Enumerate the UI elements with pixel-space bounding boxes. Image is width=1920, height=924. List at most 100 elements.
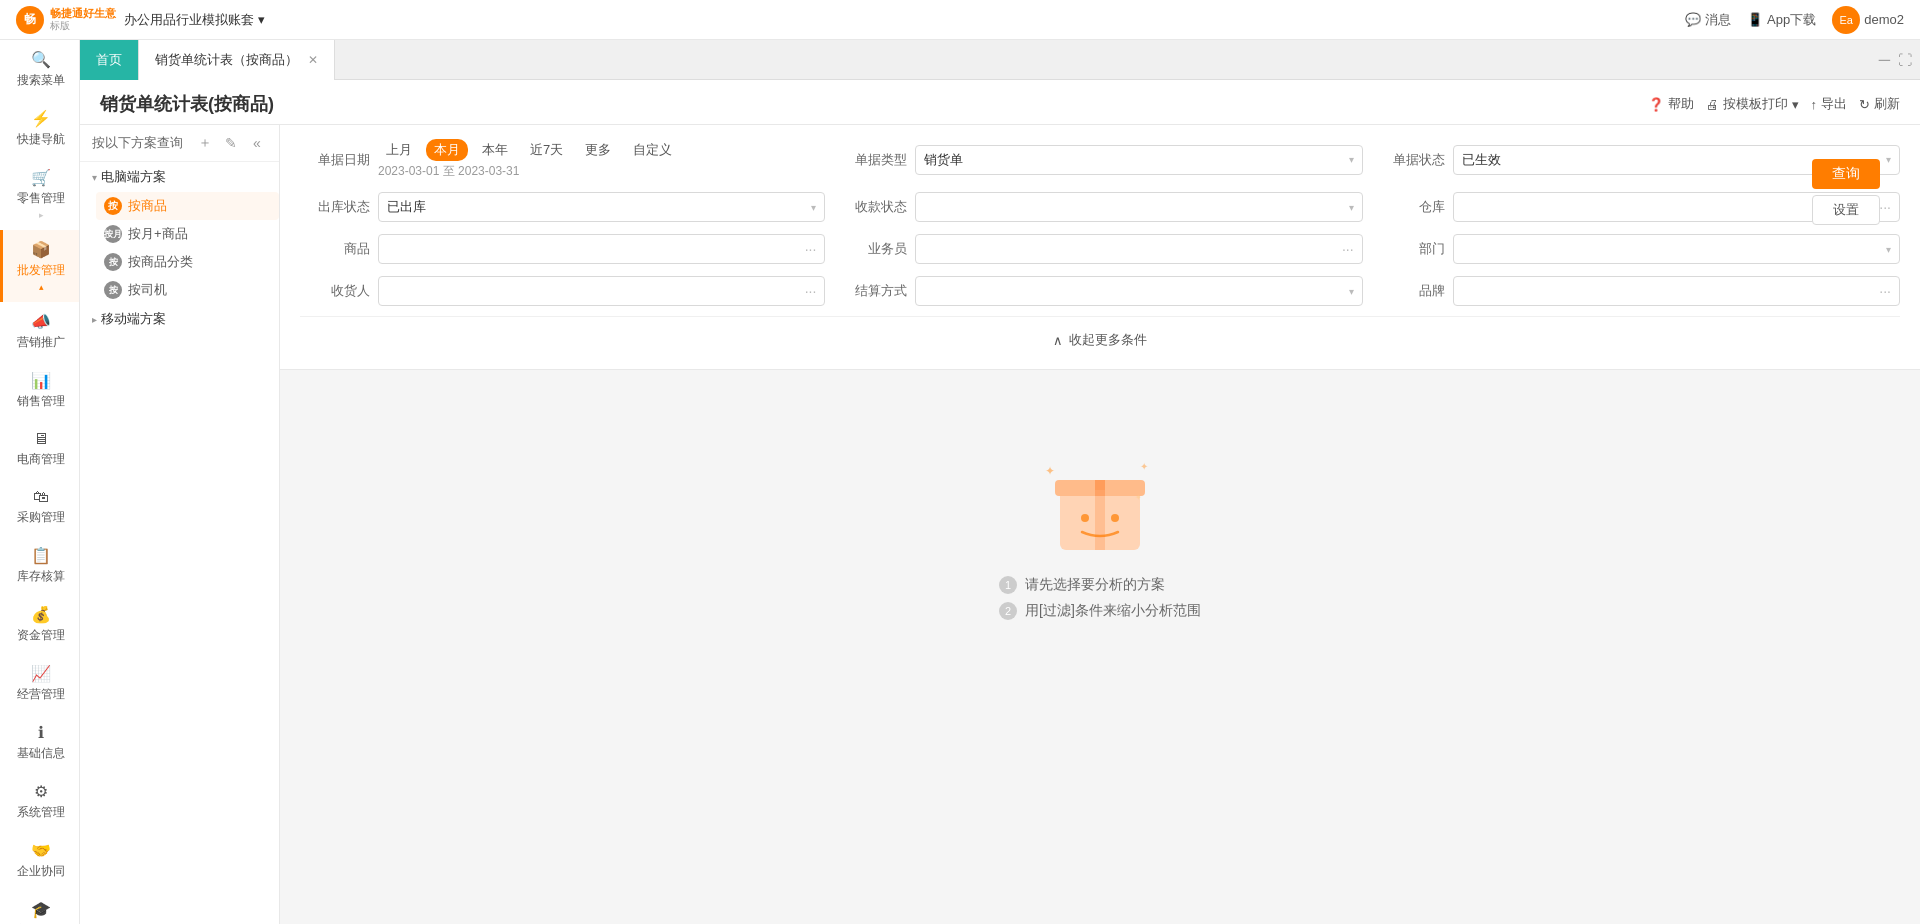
print-icon: 🖨 [1706, 97, 1719, 112]
add-scheme-btn[interactable]: ＋ [195, 133, 215, 153]
filter-row-2: 出库状态 已出库 ▾ 收款状态 ▾ [300, 192, 1900, 222]
tree-node-pc: ▾ 电脑端方案 按 按商品 按月 按月+商品 按 [80, 162, 279, 304]
sidebar-item-finance[interactable]: 💰 资金管理 [0, 595, 79, 654]
leaf-icon-by-cashier: 按 [104, 281, 122, 299]
warehouse-dots-icon: ··· [1879, 199, 1891, 215]
out-control[interactable]: 已出库 ▾ [378, 192, 825, 222]
query-button[interactable]: 查询 [1812, 159, 1880, 189]
empty-illustration: ✦ ✦ ✦ [1040, 450, 1160, 560]
refresh-btn[interactable]: ↻ 刷新 [1859, 95, 1900, 113]
sidebar-item-quick-nav[interactable]: ⚡ 快捷导航 [0, 99, 79, 158]
date-btn-more[interactable]: 更多 [577, 139, 619, 161]
left-panel-container: 按以下方案查询 ＋ ✎ « ▾ 电脑端方案 按 [80, 125, 1920, 924]
sidebar-item-basic[interactable]: ℹ 基础信息 [0, 713, 79, 772]
tab-maximize-icon[interactable]: ⛶ [1898, 52, 1912, 68]
filter-row-4: 收货人 ··· 结算方式 ▾ [300, 276, 1900, 306]
filter-date-item: 单据日期 上月 本月 本年 近7天 更多 自定义 [300, 139, 825, 180]
message-btn[interactable]: 💬 消息 [1685, 11, 1731, 29]
filter-rows: 单据日期 上月 本月 本年 近7天 更多 自定义 [300, 139, 1900, 306]
tree-parent-label-mobile: 移动端方案 [101, 310, 166, 328]
tree-leaf-by-category[interactable]: 按 按商品分类 [96, 248, 279, 276]
edit-scheme-btn[interactable]: ✎ [221, 133, 241, 153]
date-btn-last-month[interactable]: 上月 [378, 139, 420, 161]
sidebar-item-search[interactable]: 🔍 搜索菜单 [0, 40, 79, 99]
sidebar-item-enterprise[interactable]: 🤝 企业协同 [0, 831, 79, 890]
tree-parent-mobile[interactable]: ▸ 移动端方案 [80, 304, 279, 334]
retail-icon: 🛒 [31, 168, 51, 187]
tab-sales-stat[interactable]: 销货单统计表（按商品） ✕ [139, 40, 335, 80]
avatar: Ea [1832, 6, 1860, 34]
sidebar-item-label: 快捷导航 [17, 131, 65, 148]
query-btn-area: 查询 设置 [1812, 159, 1880, 225]
date-btn-this-year[interactable]: 本年 [474, 139, 516, 161]
tree-children-pc: 按 按商品 按月 按月+商品 按 按商品分类 按 [80, 192, 279, 304]
filter-type-item: 单据类型 销货单 ▾ [837, 145, 1362, 175]
tab-minimize-icon[interactable]: ─ [1879, 51, 1890, 69]
tree-arrow-icon-mobile: ▸ [92, 314, 97, 325]
tree-leaf-by-cashier[interactable]: 按 按司机 [96, 276, 279, 304]
app-name: 畅捷通好生意 [50, 7, 116, 20]
tabbar: 首页 销货单统计表（按商品） ✕ ─ ⛶ [80, 40, 1920, 80]
sidebar-item-purchase[interactable]: 🛍 采购管理 [0, 478, 79, 536]
sidebar: 🔍 搜索菜单 ⚡ 快捷导航 🛒 零售管理 ▸ 📦 批发管理 ▴ 📣 营销推广 📊… [0, 40, 80, 924]
help-btn[interactable]: ❓ 帮助 [1648, 95, 1694, 113]
user-btn[interactable]: Ea demo2 [1832, 6, 1904, 34]
svg-text:✦: ✦ [1045, 464, 1055, 478]
type-control[interactable]: 销货单 ▾ [915, 145, 1362, 175]
sidebar-item-guide[interactable]: 🎓 新手引导 [0, 890, 79, 924]
ecommerce-icon: 🖥 [33, 430, 49, 448]
sidebar-item-sales[interactable]: 📊 销售管理 [0, 361, 79, 420]
app-download-btn[interactable]: 📱 App下载 [1747, 11, 1816, 29]
receipt-control[interactable]: ▾ [915, 192, 1362, 222]
sidebar-item-wholesale[interactable]: 📦 批发管理 ▴ [0, 230, 79, 302]
collapse-btn[interactable]: ∧ 收起更多条件 [1047, 325, 1153, 355]
sidebar-item-label: 营销推广 [17, 334, 65, 351]
staff-control[interactable]: ··· [915, 234, 1362, 264]
leaf-icon-by-product: 按 [104, 197, 122, 215]
filter-goods-item: 商品 ··· [300, 234, 825, 264]
export-btn[interactable]: ↑ 导出 [1811, 95, 1848, 113]
date-btn-this-month[interactable]: 本月 [426, 139, 468, 161]
export-label: 导出 [1821, 95, 1847, 113]
filter-receipt-item: 收款状态 ▾ [837, 192, 1362, 222]
staff-label: 业务员 [837, 240, 907, 258]
receipt-arrow-icon: ▾ [1349, 202, 1354, 213]
page-actions: ❓ 帮助 🖨 按模板打印 ▾ ↑ 导出 ↻ 刷新 [1648, 95, 1901, 113]
empty-svg: ✦ ✦ ✦ [1040, 450, 1160, 560]
sidebar-item-system[interactable]: ⚙ 系统管理 [0, 772, 79, 831]
tab-controls: ─ ⛶ [335, 51, 1920, 69]
tab-home[interactable]: 首页 [80, 40, 139, 80]
tree-leaf-by-product[interactable]: 按 按商品 [96, 192, 279, 220]
dept-control[interactable]: ▾ [1453, 234, 1900, 264]
print-btn[interactable]: 🖨 按模板打印 ▾ [1706, 95, 1799, 113]
sidebar-item-retail[interactable]: 🛒 零售管理 ▸ [0, 158, 79, 230]
status-arrow-icon: ▾ [1886, 154, 1891, 165]
leaf-label-by-product: 按商品 [128, 197, 167, 215]
sidebar-item-label: 批发管理 [17, 262, 65, 279]
sidebar-item-inventory[interactable]: 📋 库存核算 [0, 536, 79, 595]
brand-control[interactable]: ··· [1453, 276, 1900, 306]
collapse-panel-btn[interactable]: « [247, 133, 267, 153]
sidebar-item-operation[interactable]: 📈 经营管理 [0, 654, 79, 713]
tree-parent-label: 电脑端方案 [101, 168, 166, 186]
receiver-control[interactable]: ··· [378, 276, 825, 306]
type-label: 单据类型 [837, 151, 907, 169]
date-btn-custom[interactable]: 自定义 [625, 139, 680, 161]
empty-tips: 1 请先选择要分析的方案 2 用[过滤]条件来缩小分析范围 [999, 576, 1201, 620]
logo-icon: 畅 [16, 6, 44, 34]
sidebar-item-marketing[interactable]: 📣 营销推广 [0, 302, 79, 361]
tree-leaf-by-month-product[interactable]: 按月 按月+商品 [96, 220, 279, 248]
sidebar-item-ecommerce[interactable]: 🖥 电商管理 [0, 420, 79, 478]
payment-control[interactable]: ▾ [915, 276, 1362, 306]
date-btn-7days[interactable]: 近7天 [522, 139, 571, 161]
settings-button[interactable]: 设置 [1812, 195, 1880, 225]
tree-parent-pc[interactable]: ▾ 电脑端方案 [80, 162, 279, 192]
message-icon: 💬 [1685, 12, 1701, 27]
workspace-selector[interactable]: 办公用品行业模拟账套 ▾ [124, 11, 265, 29]
receiver-dots-icon: ··· [805, 283, 817, 299]
tab-close-icon[interactable]: ✕ [308, 53, 318, 67]
goods-control[interactable]: ··· [378, 234, 825, 264]
sidebar-item-label: 基础信息 [17, 745, 65, 762]
type-value: 销货单 [924, 151, 963, 169]
svg-text:✦: ✦ [1135, 493, 1142, 502]
